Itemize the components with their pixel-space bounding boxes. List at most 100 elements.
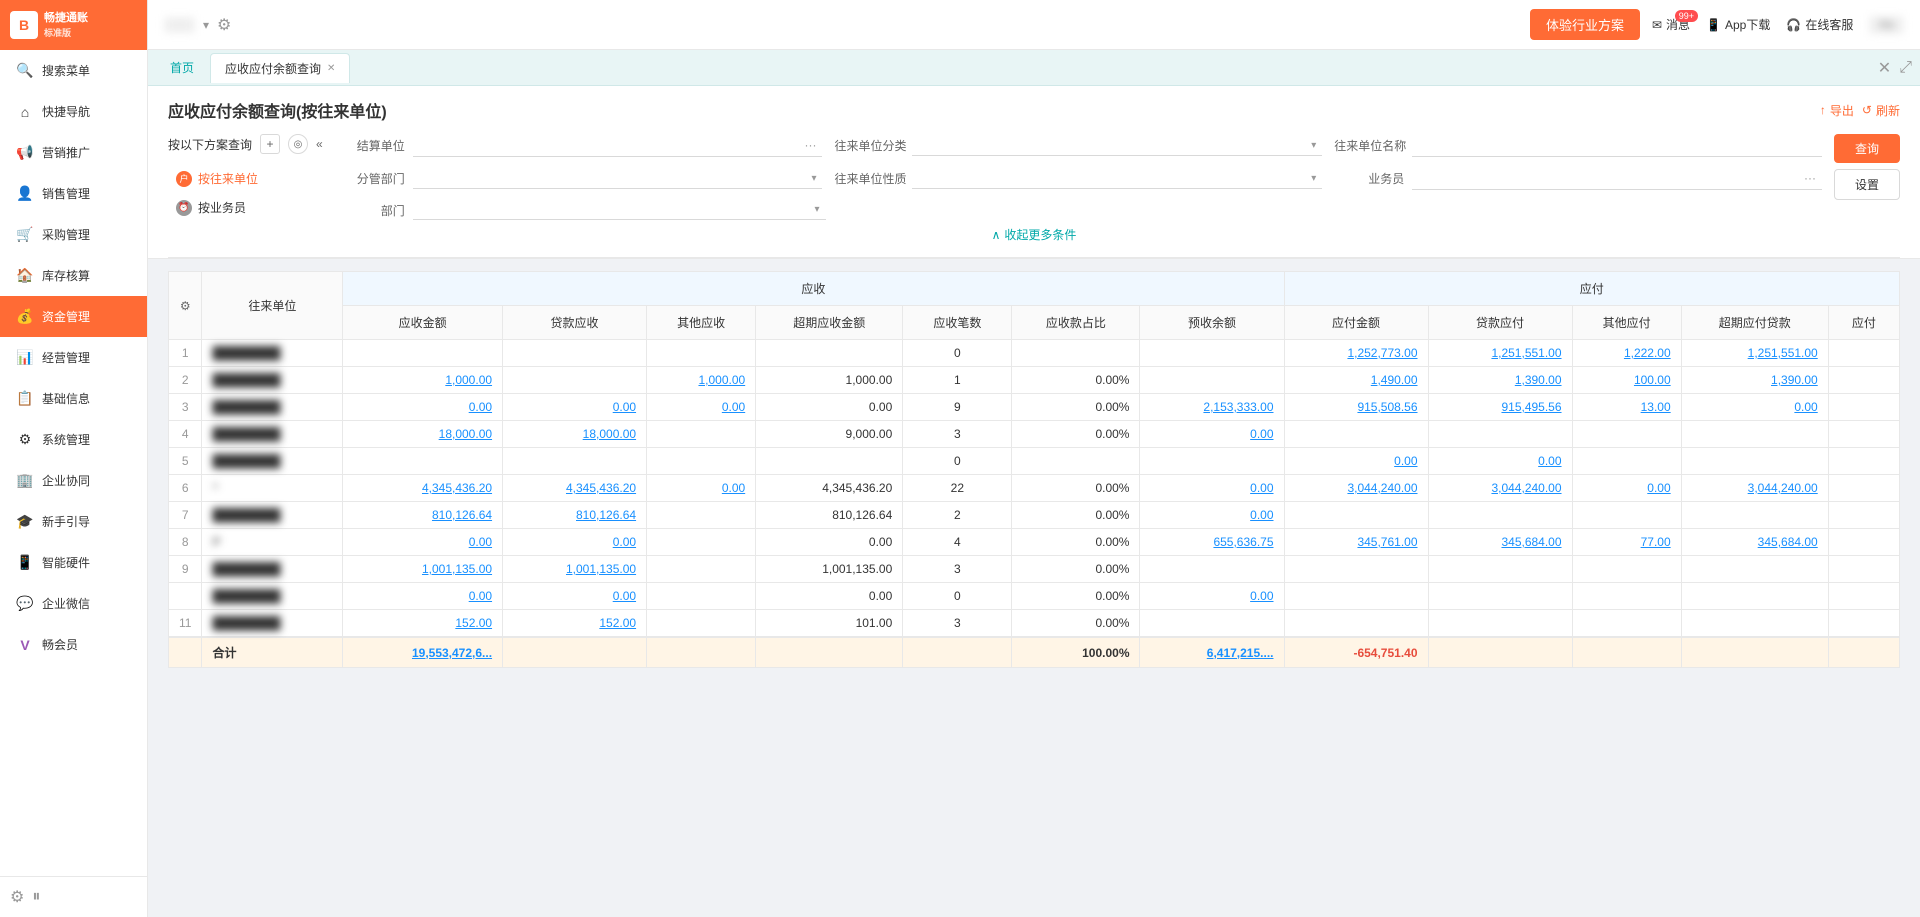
table-cell[interactable]: 0.00	[1284, 448, 1428, 475]
table-cell[interactable]	[503, 448, 647, 475]
table-cell[interactable]	[647, 583, 756, 610]
table-cell[interactable]: 0.00	[1140, 502, 1284, 529]
table-cell[interactable]: 0.00	[343, 529, 503, 556]
filter-type-by-salesman[interactable]: ⏰ 按业务员	[168, 195, 288, 220]
table-cell[interactable]: 4,345,436.20	[503, 475, 647, 502]
table-cell[interactable]: 1,251,551.00	[1681, 340, 1828, 367]
table-cell[interactable]: 0.00	[343, 394, 503, 421]
dept-manager-select[interactable]: ▾	[413, 169, 823, 189]
table-cell[interactable]: 1,390.00	[1428, 367, 1572, 394]
table-cell[interactable]	[1428, 556, 1572, 583]
table-cell[interactable]	[1140, 340, 1284, 367]
table-cell[interactable]	[1284, 583, 1428, 610]
table-cell[interactable]	[1572, 583, 1681, 610]
table-cell[interactable]	[1284, 502, 1428, 529]
filter-type-by-partner[interactable]: 户 按往来单位	[168, 166, 288, 191]
table-cell[interactable]	[1284, 421, 1428, 448]
table-cell[interactable]: 152.00	[343, 610, 503, 638]
refresh-button[interactable]: ↺ 刷新	[1862, 102, 1900, 119]
table-cell[interactable]	[647, 610, 756, 638]
table-cell[interactable]	[1140, 556, 1284, 583]
table-cell[interactable]	[1572, 502, 1681, 529]
table-cell[interactable]	[1428, 502, 1572, 529]
table-cell[interactable]: 4,345,436.20	[343, 475, 503, 502]
sidebar-item-inventory[interactable]: 🏠 库存核算	[0, 255, 147, 296]
table-cell[interactable]	[343, 448, 503, 475]
table-cell[interactable]: 0.00	[503, 394, 647, 421]
table-cell[interactable]: 0.00	[1140, 475, 1284, 502]
app-download[interactable]: 📱 App下载	[1706, 16, 1770, 33]
table-cell[interactable]: 3,044,240.00	[1284, 475, 1428, 502]
table-cell[interactable]: 345,684.00	[1428, 529, 1572, 556]
table-cell[interactable]: 0.00	[1140, 583, 1284, 610]
table-cell[interactable]: 2,153,333.00	[1140, 394, 1284, 421]
close-window-button[interactable]: ✕	[1878, 58, 1891, 78]
sidebar-item-marketing[interactable]: 📢 营销推广	[0, 132, 147, 173]
table-cell[interactable]	[1428, 421, 1572, 448]
table-cell[interactable]: 655,636.75	[1140, 529, 1284, 556]
export-button[interactable]: ↑ 导出	[1820, 102, 1854, 119]
table-cell[interactable]: 3,044,240.00	[1681, 475, 1828, 502]
table-cell[interactable]: 0.00	[647, 394, 756, 421]
table-cell[interactable]: 1,222.00	[1572, 340, 1681, 367]
table-cell[interactable]	[647, 421, 756, 448]
expand-window-button[interactable]: ⤢	[1899, 58, 1912, 78]
table-cell[interactable]: 18,000.00	[503, 421, 647, 448]
settings-bottom-icon[interactable]: ⚙	[10, 887, 24, 907]
table-settings-icon[interactable]: ⚙	[180, 299, 191, 313]
table-cell[interactable]	[1140, 367, 1284, 394]
table-cell[interactable]	[1140, 610, 1284, 638]
filter-set-button[interactable]: ◎	[288, 134, 308, 154]
sidebar-item-purchase[interactable]: 🛒 采购管理	[0, 214, 147, 255]
sidebar-item-base[interactable]: 📋 基础信息	[0, 378, 147, 419]
table-cell[interactable]	[1140, 448, 1284, 475]
salesman-select[interactable]: ···	[1412, 167, 1822, 190]
table-cell[interactable]	[1681, 421, 1828, 448]
setting-button[interactable]: 设置	[1834, 169, 1900, 200]
table-cell[interactable]: 0.00	[1572, 475, 1681, 502]
table-cell[interactable]	[1428, 610, 1572, 638]
footer-ar-advance[interactable]: 6,417,215....	[1140, 637, 1284, 668]
partner-name-input[interactable]	[1412, 134, 1822, 157]
table-cell[interactable]: 0.00	[1140, 421, 1284, 448]
sidebar-item-wechat[interactable]: 💬 企业微信	[0, 583, 147, 624]
table-cell[interactable]: 1,001,135.00	[503, 556, 647, 583]
table-cell[interactable]	[1681, 610, 1828, 638]
table-cell[interactable]	[503, 367, 647, 394]
table-cell[interactable]: 345,684.00	[1681, 529, 1828, 556]
sidebar-item-system[interactable]: ⚙ 系统管理	[0, 419, 147, 460]
settlement-unit-input[interactable]: ···	[413, 134, 823, 157]
sidebar-item-search[interactable]: 🔍 搜索菜单	[0, 50, 147, 91]
tab-home[interactable]: 首页	[156, 53, 208, 82]
table-cell[interactable]: 915,495.56	[1428, 394, 1572, 421]
table-cell[interactable]: 1,000.00	[647, 367, 756, 394]
table-cell[interactable]: 1,390.00	[1681, 367, 1828, 394]
table-cell[interactable]: 915,508.56	[1284, 394, 1428, 421]
collapse-sidebar-icon[interactable]: ⏸	[32, 888, 40, 906]
table-cell[interactable]	[1572, 610, 1681, 638]
sidebar-item-finance[interactable]: 💰 资金管理	[0, 296, 147, 337]
table-cell[interactable]	[503, 340, 647, 367]
tab-close-icon[interactable]: ✕	[327, 63, 335, 74]
partner-category-select[interactable]: ▾	[912, 136, 1322, 156]
table-cell[interactable]: 1,001,135.00	[343, 556, 503, 583]
sidebar-item-sales[interactable]: 👤 销售管理	[0, 173, 147, 214]
table-cell[interactable]: 1,251,551.00	[1428, 340, 1572, 367]
sidebar-item-corp[interactable]: 🏢 企业协同	[0, 460, 147, 501]
sidebar-item-ops[interactable]: 📊 经营管理	[0, 337, 147, 378]
table-cell[interactable]	[1681, 583, 1828, 610]
partner-nature-select[interactable]: ▾	[912, 169, 1322, 189]
user-name[interactable]: Rit	[1869, 16, 1904, 34]
query-button[interactable]: 查询	[1834, 134, 1900, 163]
table-cell[interactable]	[1284, 610, 1428, 638]
solution-button[interactable]: 体验行业方案	[1530, 9, 1640, 40]
sidebar-item-newbie[interactable]: 🎓 新手引导	[0, 501, 147, 542]
table-cell[interactable]: 0.00	[343, 583, 503, 610]
table-cell[interactable]	[647, 502, 756, 529]
sidebar-item-hardware[interactable]: 📱 智能硬件	[0, 542, 147, 583]
table-cell[interactable]: 0.00	[503, 529, 647, 556]
table-cell[interactable]	[1572, 421, 1681, 448]
table-cell[interactable]: 0.00	[1681, 394, 1828, 421]
table-cell[interactable]	[343, 340, 503, 367]
table-cell[interactable]: 0.00	[503, 583, 647, 610]
